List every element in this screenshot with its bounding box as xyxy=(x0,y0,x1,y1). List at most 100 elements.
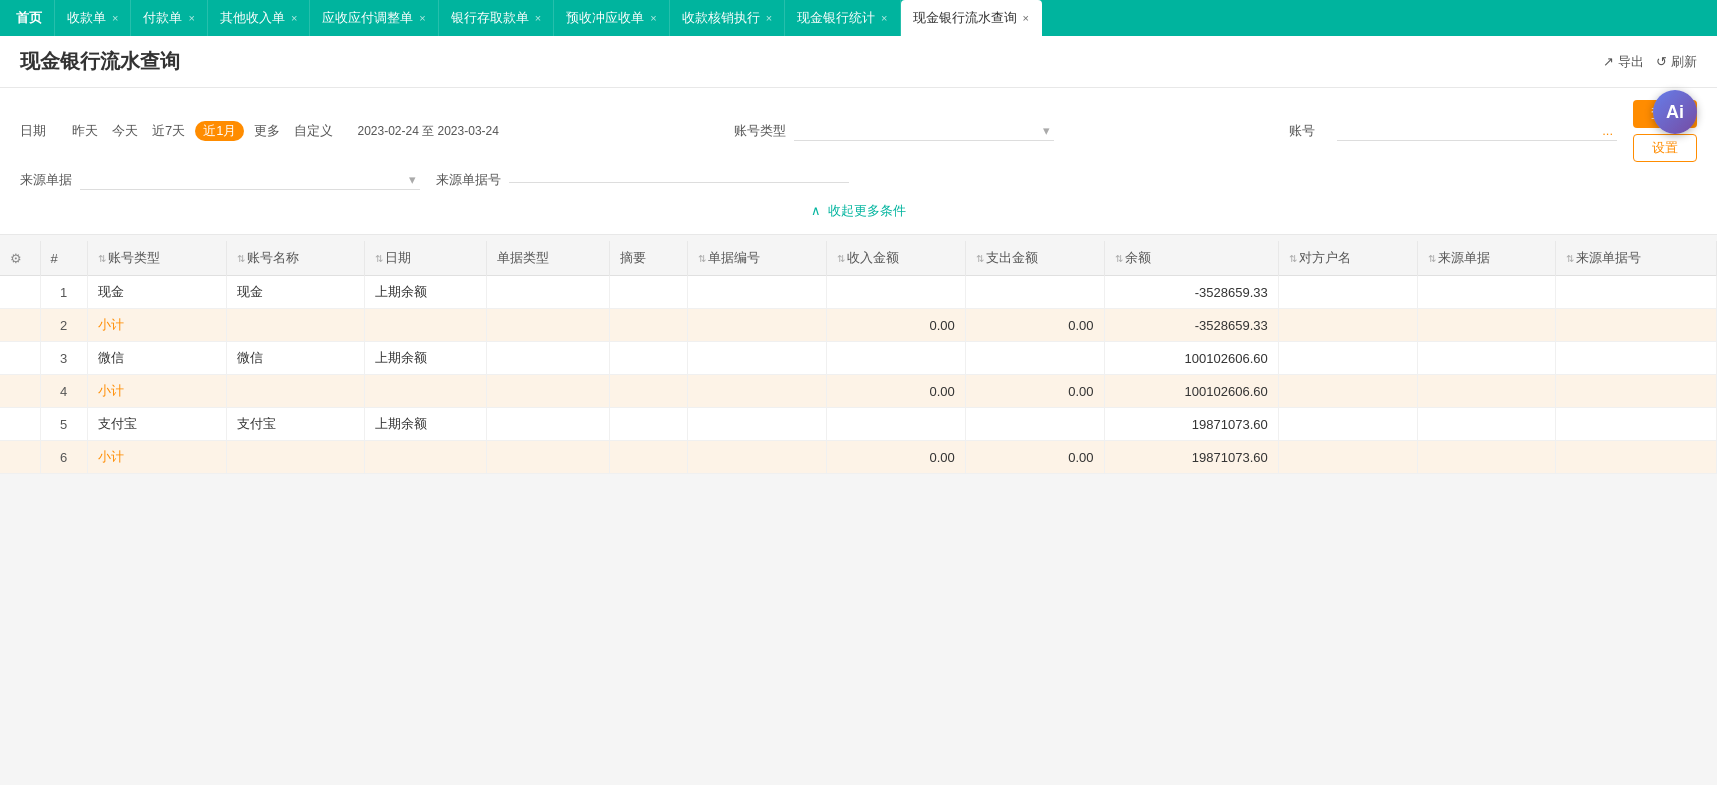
close-icon[interactable]: × xyxy=(1023,12,1029,24)
account-type-label: 账号类型 xyxy=(734,122,786,140)
date-btn-1month[interactable]: 近1月 xyxy=(195,121,244,141)
td-income xyxy=(826,342,965,375)
td-account-name xyxy=(226,441,365,474)
table-row: 1现金现金上期余额-3528659.33 xyxy=(0,276,1717,309)
date-btn-custom[interactable]: 自定义 xyxy=(290,121,337,141)
close-icon[interactable]: × xyxy=(188,12,194,24)
td-balance: 100102606.60 xyxy=(1104,375,1278,408)
th-account-name[interactable]: ⇅账号名称 xyxy=(226,241,365,276)
td-summary xyxy=(609,342,688,375)
nav-tab-liushui[interactable]: 现金银行流水查询 × xyxy=(901,0,1042,36)
td-source-voucher xyxy=(1417,309,1556,342)
td-account-type: 微信 xyxy=(87,342,226,375)
td-account-type: 支付宝 xyxy=(87,408,226,441)
close-icon[interactable]: × xyxy=(419,12,425,24)
td-expense: 0.00 xyxy=(965,441,1104,474)
td-source-no xyxy=(1556,276,1717,309)
date-btn-7days[interactable]: 近7天 xyxy=(148,121,189,141)
account-filter-group: 账号 ... xyxy=(1289,121,1617,141)
nav-tab-yushou[interactable]: 预收冲应收单 × xyxy=(554,0,669,36)
td-checkbox xyxy=(0,441,40,474)
td-account-type: 小计 xyxy=(87,441,226,474)
collapse-icon: ∧ xyxy=(811,203,821,218)
th-source-voucher[interactable]: ⇅来源单据 xyxy=(1417,241,1556,276)
close-icon[interactable]: × xyxy=(112,12,118,24)
td-expense xyxy=(965,408,1104,441)
table-container: ⚙ # ⇅账号类型 ⇅账号名称 ⇅日期 单据类型 摘要 ⇅单据编号 ⇅收入金额 … xyxy=(0,241,1717,474)
date-btn-yesterday[interactable]: 昨天 xyxy=(68,121,102,141)
date-btn-today[interactable]: 今天 xyxy=(108,121,142,141)
date-btn-more[interactable]: 更多 xyxy=(250,121,284,141)
refresh-button[interactable]: ↺ 刷新 xyxy=(1656,53,1697,71)
td-rownum: 3 xyxy=(40,342,87,375)
th-date[interactable]: ⇅日期 xyxy=(365,241,487,276)
source-voucher-select[interactable]: ▾ xyxy=(80,170,420,190)
th-account-type[interactable]: ⇅账号类型 xyxy=(87,241,226,276)
account-input-wrapper: ... xyxy=(1337,121,1617,141)
td-checkbox xyxy=(0,309,40,342)
nav-tab-yinhang[interactable]: 银行存取款单 × xyxy=(439,0,554,36)
account-label: 账号 xyxy=(1289,122,1329,140)
td-source-no xyxy=(1556,441,1717,474)
td-source-voucher xyxy=(1417,375,1556,408)
td-account-type: 现金 xyxy=(87,276,226,309)
top-navigation: 首页 收款单 × 付款单 × 其他收入单 × 应收应付调整单 × 银行存取款单 … xyxy=(0,0,1717,36)
nav-tab-fukuandan[interactable]: 付款单 × xyxy=(131,0,207,36)
settings-icon[interactable]: ⚙ xyxy=(10,251,22,266)
td-income: 0.00 xyxy=(826,309,965,342)
th-source-no[interactable]: ⇅来源单据号 xyxy=(1556,241,1717,276)
export-button[interactable]: ↗ 导出 xyxy=(1603,53,1644,71)
td-counterparty xyxy=(1278,342,1417,375)
td-date: 上期余额 xyxy=(365,408,487,441)
th-income[interactable]: ⇅收入金额 xyxy=(826,241,965,276)
td-counterparty xyxy=(1278,375,1417,408)
th-voucher-no[interactable]: ⇅单据编号 xyxy=(688,241,827,276)
td-date xyxy=(365,441,487,474)
header-actions: ↗ 导出 ↺ 刷新 xyxy=(1603,53,1697,71)
th-settings: ⚙ xyxy=(0,241,40,276)
collapse-bar[interactable]: ∧ 收起更多条件 xyxy=(20,198,1697,226)
td-account-name xyxy=(226,375,365,408)
table-row: 6小计0.000.0019871073.60 xyxy=(0,441,1717,474)
th-expense[interactable]: ⇅支出金额 xyxy=(965,241,1104,276)
date-range-text: 2023-02-24 至 2023-03-24 xyxy=(357,123,498,140)
date-label: 日期 xyxy=(20,122,60,140)
close-icon[interactable]: × xyxy=(881,12,887,24)
nav-tab-qitasd[interactable]: 其他收入单 × xyxy=(208,0,310,36)
nav-tab-tongji[interactable]: 现金银行统计 × xyxy=(785,0,900,36)
close-icon[interactable]: × xyxy=(535,12,541,24)
td-checkbox xyxy=(0,375,40,408)
td-voucher-type xyxy=(487,342,609,375)
td-voucher-no xyxy=(688,408,827,441)
td-balance: 100102606.60 xyxy=(1104,342,1278,375)
td-balance: -3528659.33 xyxy=(1104,276,1278,309)
nav-tab-shoukuandan[interactable]: 收款单 × xyxy=(55,0,131,36)
page-title: 现金银行流水查询 xyxy=(20,48,180,75)
td-voucher-type xyxy=(487,441,609,474)
td-checkbox xyxy=(0,342,40,375)
account-type-select[interactable]: ▾ xyxy=(794,121,1054,141)
td-income: 0.00 xyxy=(826,441,965,474)
th-balance[interactable]: ⇅余额 xyxy=(1104,241,1278,276)
source-voucher-no-input[interactable] xyxy=(509,178,849,183)
td-summary xyxy=(609,276,688,309)
td-summary xyxy=(609,441,688,474)
nav-home[interactable]: 首页 xyxy=(4,0,55,36)
td-counterparty xyxy=(1278,408,1417,441)
th-counterparty[interactable]: ⇅对方户名 xyxy=(1278,241,1417,276)
close-icon[interactable]: × xyxy=(291,12,297,24)
close-icon[interactable]: × xyxy=(766,12,772,24)
td-date xyxy=(365,375,487,408)
td-source-no xyxy=(1556,342,1717,375)
td-voucher-no xyxy=(688,375,827,408)
page-header: 现金银行流水查询 ↗ 导出 ↺ 刷新 xyxy=(0,36,1717,88)
account-more-icon[interactable]: ... xyxy=(1602,123,1613,138)
nav-tab-yingshoutiaozheng[interactable]: 应收应付调整单 × xyxy=(310,0,438,36)
td-date: 上期余额 xyxy=(365,276,487,309)
td-checkbox xyxy=(0,408,40,441)
ai-assistant-button[interactable]: Ai xyxy=(1653,90,1697,134)
close-icon[interactable]: × xyxy=(650,12,656,24)
td-income xyxy=(826,408,965,441)
settings-button[interactable]: 设置 xyxy=(1633,134,1697,162)
nav-tab-shoukuanzhixing[interactable]: 收款核销执行 × xyxy=(670,0,785,36)
